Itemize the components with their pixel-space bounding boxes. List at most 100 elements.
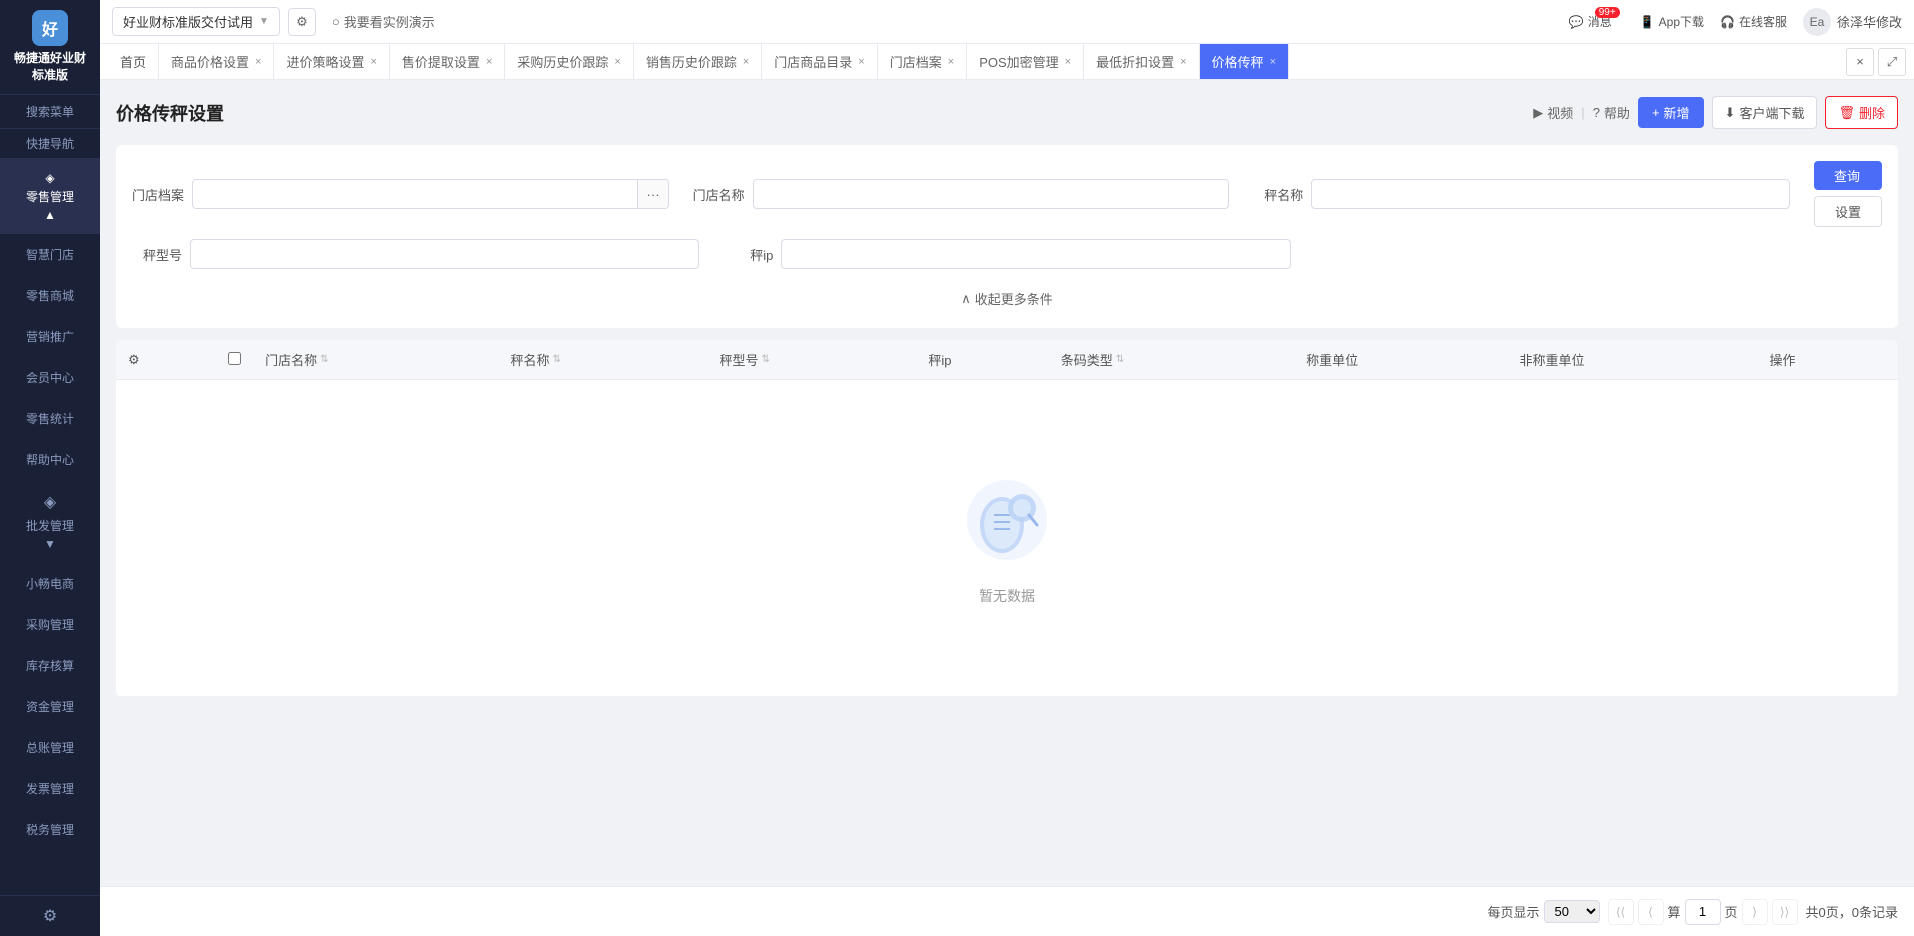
sidebar-item-wholesale-management[interactable]: ◈ 批发管理 ▼ [0, 480, 100, 563]
th-store-name: 门店名称 ⇅ [253, 340, 498, 380]
tab-sale-price[interactable]: 售价提取设置 × [390, 44, 505, 80]
close-tab-sale-history[interactable]: × [743, 56, 749, 68]
page-number-input[interactable] [1685, 899, 1721, 925]
scale-model-input[interactable] [190, 239, 699, 269]
store-name-input[interactable] [753, 179, 1230, 209]
close-tab-sale-price[interactable]: × [486, 56, 492, 68]
app-download-btn[interactable]: 📱 App下载 [1640, 13, 1704, 30]
select-all-checkbox[interactable] [228, 352, 241, 365]
online-service-btn[interactable]: 🎧 在线客服 [1720, 13, 1787, 30]
sidebar-item-help-center[interactable]: 帮助中心 [0, 439, 100, 480]
delete-btn[interactable]: 🗑 删除 [1825, 96, 1898, 129]
sidebar-item-label-general-ledger: 总账管理 [26, 739, 74, 756]
pagination-bar: 每页显示 10 20 50 100 ⟨⟨ ⟨ 算 页 ⟩ ⟩⟩ 共0页，0条记录 [100, 886, 1914, 936]
scale-name-input[interactable] [1311, 179, 1790, 209]
sidebar-item-retail-management[interactable]: ◈ 零售管理 ▲ [0, 159, 100, 234]
sidebar-item-purchase[interactable]: 采购管理 [0, 604, 100, 645]
sidebar-quick-nav[interactable]: 快捷导航 [0, 129, 100, 159]
close-tab-purchase-history[interactable]: × [614, 56, 620, 68]
prev-page-btn[interactable]: ⟨ [1638, 899, 1664, 925]
first-page-btn[interactable]: ⟨⟨ [1608, 899, 1634, 925]
th-scale-name-sort[interactable]: 秤名称 ⇅ [511, 350, 696, 369]
th-barcode-type-label: 条码类型 [1061, 350, 1113, 369]
sort-icon-store: ⇅ [320, 354, 328, 365]
th-scale-model-sort[interactable]: 秤型号 ⇅ [719, 350, 904, 369]
th-operation: 操作 [1757, 340, 1898, 380]
close-tab-commodity-price[interactable]: × [255, 56, 261, 68]
sidebar-item-retail-stats[interactable]: 零售统计 [0, 398, 100, 439]
sidebar-item-general-ledger[interactable]: 总账管理 [0, 727, 100, 768]
tab-price-scale[interactable]: 价格传秤 × [1200, 44, 1289, 80]
th-checkbox [216, 340, 253, 380]
th-scale-ip: 秤ip [916, 340, 1048, 380]
video-btn[interactable]: ▶ 视频 [1533, 103, 1573, 122]
add-btn[interactable]: + 新增 [1638, 97, 1704, 128]
th-scale-model-label: 秤型号 [719, 350, 758, 369]
tab-purchase-history[interactable]: 采购历史价跟踪 × [505, 44, 633, 80]
sidebar-item-label-smart-store: 智慧门店 [26, 246, 74, 263]
empty-illustration [957, 470, 1057, 570]
th-store-name-sort[interactable]: 门店名称 ⇅ [265, 350, 486, 369]
settings-icon[interactable]: ⚙ [43, 906, 57, 926]
demo-link[interactable]: ○ 我要看实例演示 [324, 8, 443, 35]
sidebar-search[interactable]: 搜索菜单 [0, 95, 100, 129]
tab-store-catalog[interactable]: 门店商品目录 × [762, 44, 877, 80]
help-btn[interactable]: ? 帮助 [1593, 103, 1630, 122]
topbar-right: 💬 消息 99+ 📱 App下载 🎧 在线客服 Ea 徐泽华修改 [1569, 8, 1902, 36]
close-tab-min-discount[interactable]: × [1180, 56, 1186, 68]
filter-scale-ip: 秤ip [723, 239, 1290, 269]
sidebar-item-retail-mall[interactable]: 零售商城 [0, 275, 100, 316]
th-store-name-label: 门店名称 [265, 350, 317, 369]
topbar-settings-btn[interactable]: ⚙ [288, 8, 316, 36]
last-page-btn[interactable]: ⟩⟩ [1772, 899, 1798, 925]
tab-commodity-price[interactable]: 商品价格设置 × [159, 44, 274, 80]
th-gear[interactable]: ⚙ [116, 340, 216, 380]
close-tab-pos-management[interactable]: × [1065, 56, 1071, 68]
settings-btn[interactable]: 设置 [1814, 196, 1882, 227]
sidebar-item-marketing[interactable]: 营销推广 [0, 316, 100, 357]
store-archive-dots-btn[interactable]: ··· [638, 179, 668, 209]
version-selector[interactable]: 好业财标准版交付试用 ▼ [112, 7, 280, 36]
query-label: 查询 [1834, 166, 1860, 185]
tab-sale-history[interactable]: 销售历史价跟踪 × [634, 44, 762, 80]
expand-arrow-icon: ▲ [44, 208, 56, 222]
query-btn[interactable]: 查询 [1814, 161, 1882, 190]
headset-icon: 🎧 [1720, 15, 1735, 29]
messages-btn[interactable]: 💬 消息 99+ [1569, 13, 1612, 30]
close-tab-store-catalog[interactable]: × [858, 56, 864, 68]
sidebar-item-tax[interactable]: 税务管理 [0, 809, 100, 850]
th-barcode-type-sort[interactable]: 条码类型 ⇅ [1061, 350, 1282, 369]
tab-min-discount[interactable]: 最低折扣设置 × [1084, 44, 1199, 80]
scale-ip-input[interactable] [781, 239, 1290, 269]
tab-home[interactable]: 首页 [108, 44, 159, 80]
sidebar-item-inventory[interactable]: 库存核算 [0, 645, 100, 686]
store-archive-input[interactable] [192, 179, 638, 209]
sidebar-item-fund[interactable]: 资金管理 [0, 686, 100, 727]
close-tab-purchase-strategy[interactable]: × [370, 56, 376, 68]
app-download-label: App下载 [1659, 13, 1704, 30]
tab-store-archive[interactable]: 门店档案 × [878, 44, 967, 80]
main-area: 好业财标准版交付试用 ▼ ⚙ ○ 我要看实例演示 💬 消息 99+ 📱 App下… [100, 0, 1914, 936]
collapse-btn[interactable]: ∧ 收起更多条件 [949, 285, 1065, 312]
store-archive-input-group: ··· [192, 179, 669, 209]
settings-label: 设置 [1835, 202, 1861, 221]
tab-actions: × ⤢ [1846, 48, 1906, 76]
app-download-icon: 📱 [1640, 15, 1655, 29]
sidebar-item-label-help: 帮助中心 [26, 451, 74, 468]
close-tab-price-scale[interactable]: × [1270, 56, 1276, 68]
fullscreen-btn[interactable]: ⤢ [1878, 48, 1906, 76]
sidebar-item-label-member: 会员中心 [26, 369, 74, 386]
next-page-btn[interactable]: ⟩ [1742, 899, 1768, 925]
user-menu[interactable]: Ea 徐泽华修改 [1803, 8, 1902, 36]
sidebar-item-member-center[interactable]: 会员中心 [0, 357, 100, 398]
page-size-dropdown[interactable]: 10 20 50 100 [1544, 900, 1600, 923]
tab-purchase-strategy[interactable]: 进价策略设置 × [274, 44, 389, 80]
sidebar-item-smart-store[interactable]: 智慧门店 [0, 234, 100, 275]
close-all-tabs-btn[interactable]: × [1846, 48, 1874, 76]
download-btn[interactable]: ⬇ 客户端下载 [1712, 96, 1818, 129]
sidebar-item-xiaochang[interactable]: 小畅电商 [0, 563, 100, 604]
filter-store-name: 门店名称 [693, 179, 1230, 209]
tab-pos-management[interactable]: POS加密管理 × [967, 44, 1084, 80]
sidebar-item-invoice[interactable]: 发票管理 [0, 768, 100, 809]
close-tab-store-archive[interactable]: × [948, 56, 954, 68]
